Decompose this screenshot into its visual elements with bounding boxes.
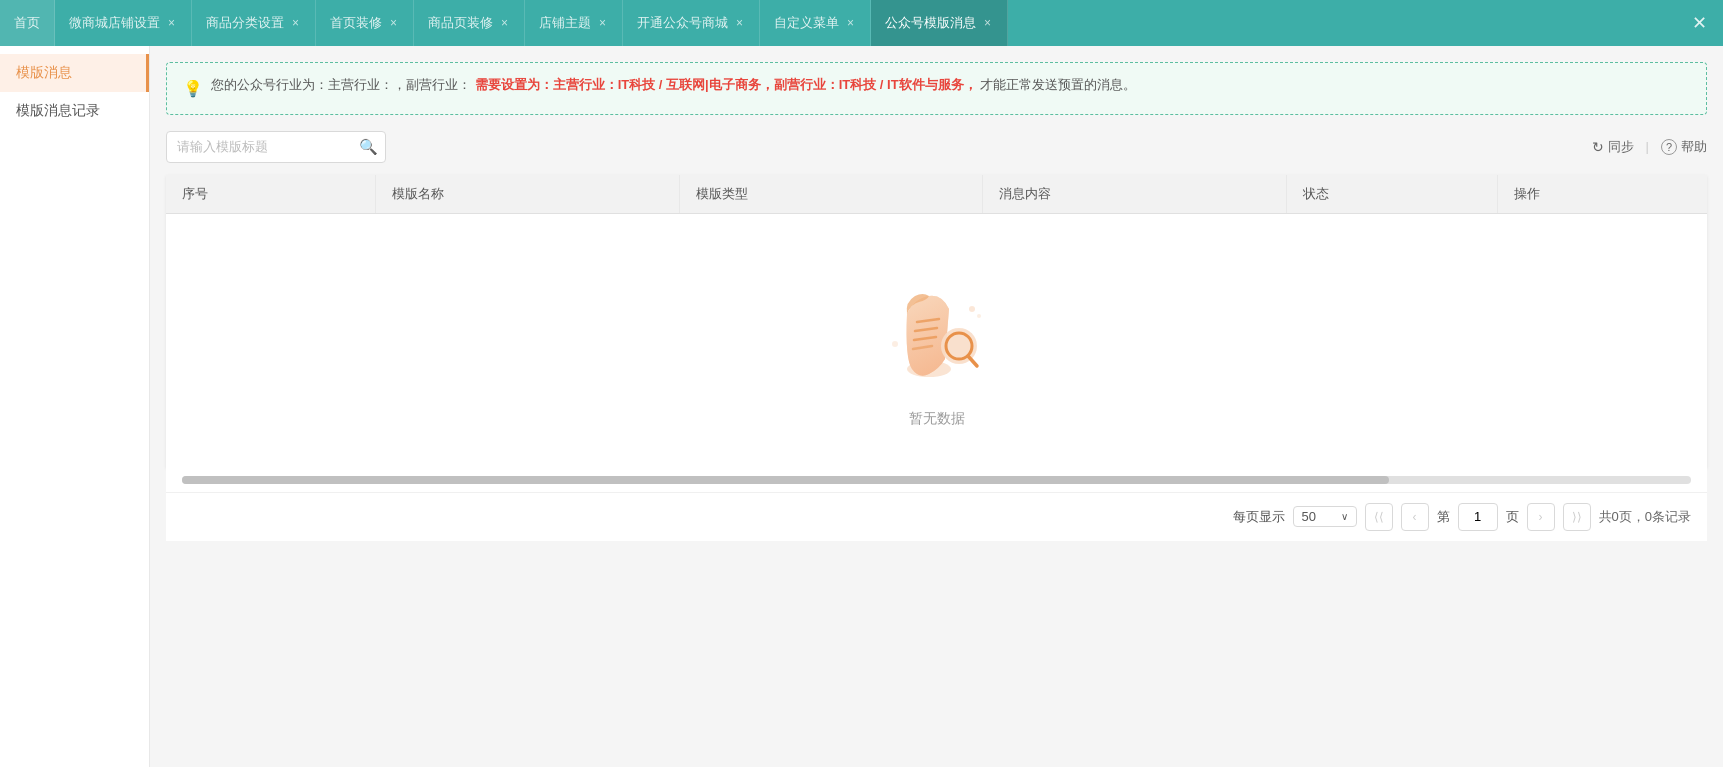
search-input-wrap: 🔍 [166,131,386,163]
empty-state: 暂无数据 [166,214,1707,468]
horizontal-scrollbar[interactable] [166,468,1707,492]
sync-icon: ↻ [1592,139,1604,155]
nav-tab-custom-menu[interactable]: 自定义菜单× [760,0,871,46]
sync-button[interactable]: ↻ 同步 [1592,138,1634,156]
toolbar-divider: | [1646,139,1649,154]
nav-tab-home[interactable]: 首页 [0,0,55,46]
prev-page-button[interactable]: ‹ [1401,503,1429,531]
col-header-action: 操作 [1498,175,1707,214]
empty-text: 暂无数据 [909,410,965,428]
search-button[interactable]: 🔍 [359,138,378,156]
svg-point-10 [892,341,898,347]
nav-tab-product-decor[interactable]: 商品页装修× [414,0,525,46]
help-button[interactable]: ? 帮助 [1661,138,1707,156]
nav-tab-open-mall[interactable]: 开通公众号商城× [623,0,760,46]
col-header-index: 序号 [166,175,375,214]
col-header-name: 模版名称 [375,175,679,214]
close-tab-homepage-decor[interactable]: × [388,16,399,30]
notice-text: 您的公众号行业为：主营行业：，副营行业： 需要设置为：主营行业：IT科技 / 互… [211,75,1136,96]
sidebar: 模版消息模版消息记录 [0,46,150,767]
help-icon: ? [1661,139,1677,155]
close-tab-weishop[interactable]: × [166,16,177,30]
close-tab-custom-menu[interactable]: × [845,16,856,30]
pagination: 每页显示 50 ∨ ⟨⟨ ‹ 第 页 › ⟩⟩ 共0页，0条记录 [166,492,1707,541]
sidebar-item-template-log[interactable]: 模版消息记录 [0,92,149,130]
close-tab-theme[interactable]: × [597,16,608,30]
page-size-select[interactable]: 50 ∨ [1293,506,1357,527]
nav-tab-weishop[interactable]: 微商城店铺设置× [55,0,192,46]
top-nav: 首页微商城店铺设置×商品分类设置×首页装修×商品页装修×店铺主题×开通公众号商城… [0,0,1723,46]
close-tab-category[interactable]: × [290,16,301,30]
scrollbar-thumb[interactable] [182,476,1389,484]
sidebar-item-template-msg[interactable]: 模版消息 [0,54,149,92]
total-info: 共0页，0条记录 [1599,508,1691,526]
col-header-content: 消息内容 [983,175,1287,214]
col-header-status: 状态 [1287,175,1498,214]
first-page-button[interactable]: ⟨⟨ [1365,503,1393,531]
notice-banner: 💡 您的公众号行业为：主营行业：，副营行业： 需要设置为：主营行业：IT科技 /… [166,62,1707,115]
svg-point-8 [969,306,975,312]
close-tab-product-decor[interactable]: × [499,16,510,30]
last-page-button[interactable]: ⟩⟩ [1563,503,1591,531]
page-size-label: 每页显示 [1233,508,1285,526]
main-layout: 模版消息模版消息记录 💡 您的公众号行业为：主营行业：，副营行业： 需要设置为：… [0,46,1723,767]
content-area: 💡 您的公众号行业为：主营行业：，副营行业： 需要设置为：主营行业：IT科技 /… [150,46,1723,767]
search-bar: 🔍 ↻ 同步 | ? 帮助 [166,131,1707,163]
close-tab-open-mall[interactable]: × [734,16,745,30]
toolbar-right: ↻ 同步 | ? 帮助 [1592,138,1707,156]
chevron-down-icon: ∨ [1341,511,1348,522]
nav-tab-theme[interactable]: 店铺主题× [525,0,623,46]
next-page-button[interactable]: › [1527,503,1555,531]
svg-point-9 [977,314,981,318]
search-input[interactable] [166,131,386,163]
close-tab-template-msg[interactable]: × [982,16,993,30]
current-page-input[interactable] [1458,503,1498,531]
empty-illustration [877,274,997,394]
nav-tab-homepage-decor[interactable]: 首页装修× [316,0,414,46]
col-header-type: 模版类型 [679,175,983,214]
data-table: 序号模版名称模版类型消息内容状态操作 [166,175,1707,468]
page-label-after: 页 [1506,508,1519,526]
scrollbar-track[interactable] [182,476,1691,484]
close-all-button[interactable]: ✕ [1676,12,1723,34]
nav-tab-template-msg[interactable]: 公众号模版消息× [871,0,1008,46]
page-label-before: 第 [1437,508,1450,526]
bulb-icon: 💡 [183,76,203,102]
nav-tab-category[interactable]: 商品分类设置× [192,0,316,46]
page-size-value: 50 [1302,509,1316,524]
